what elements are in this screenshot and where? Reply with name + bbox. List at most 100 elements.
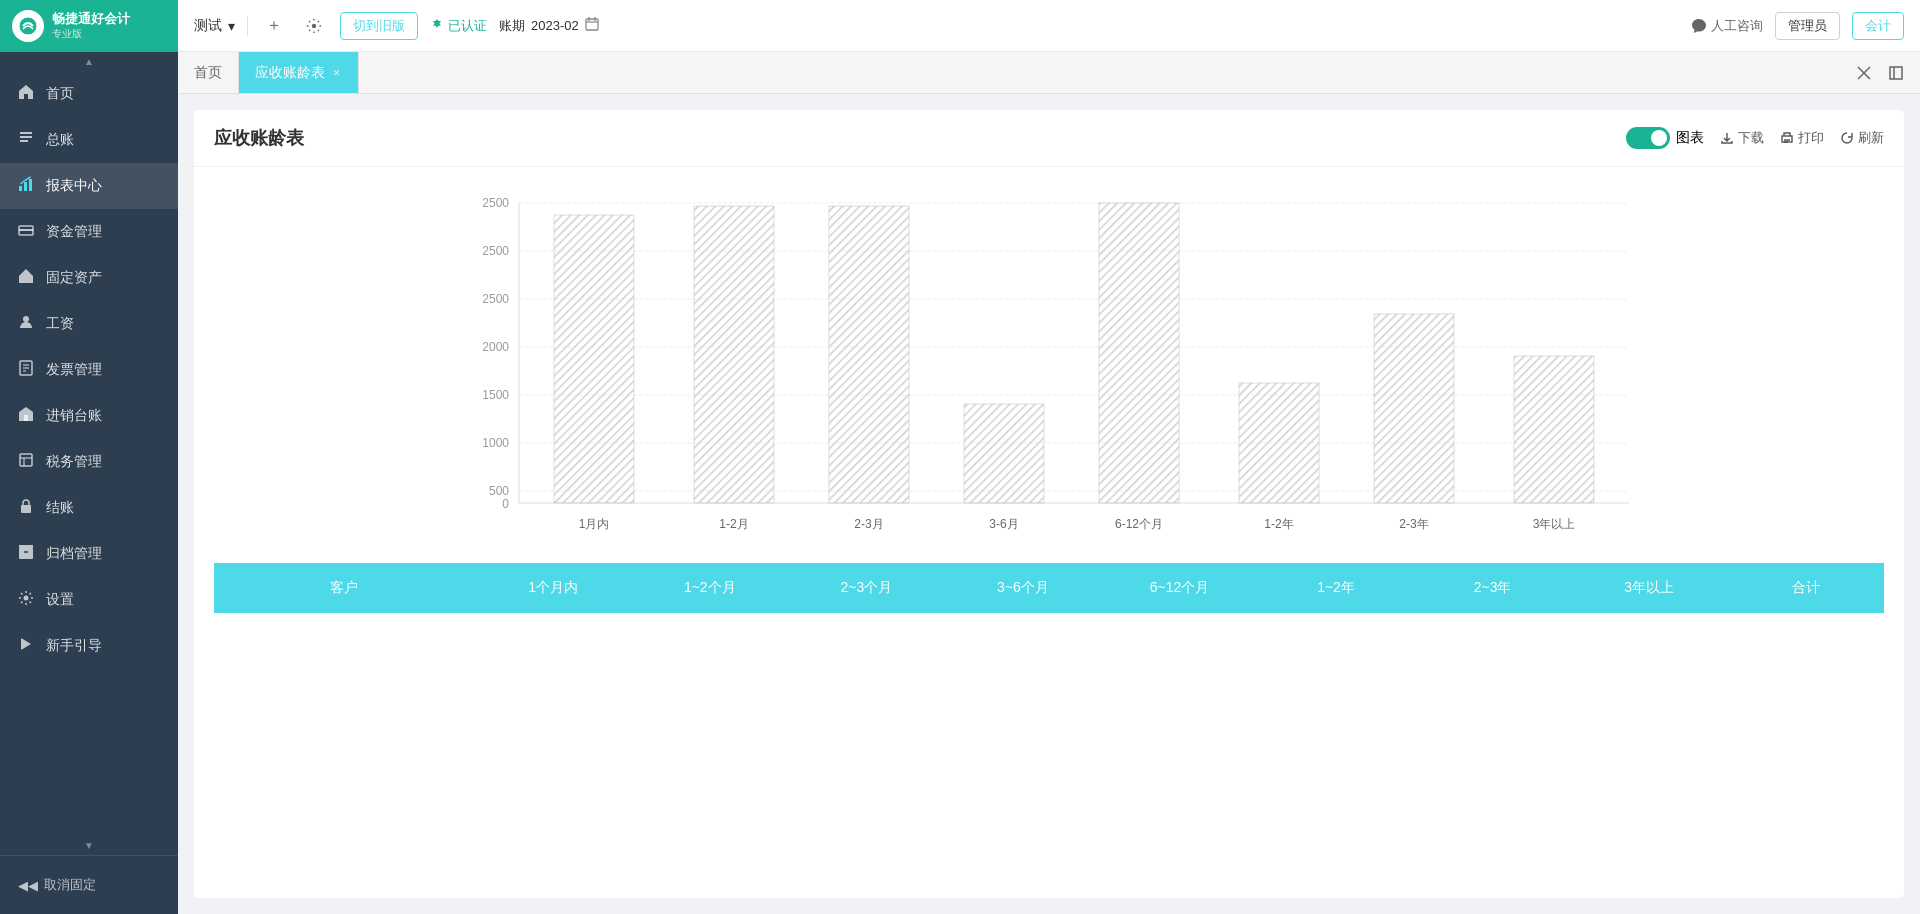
sidebar-item-ledger[interactable]: 总账	[0, 117, 178, 163]
sidebar-label-closing: 结账	[46, 499, 74, 517]
settings-icon	[18, 590, 36, 610]
capital-icon	[18, 222, 36, 242]
company-selector[interactable]: 测试 ▾	[194, 17, 235, 35]
svg-text:500: 500	[489, 484, 509, 498]
consult-label: 人工咨询	[1711, 17, 1763, 35]
bar-3年以上	[1514, 356, 1594, 503]
period-value: 2023-02	[531, 18, 579, 33]
svg-text:1-2月: 1-2月	[719, 517, 748, 531]
svg-rect-35	[1890, 67, 1902, 79]
chart-area: 2500 2500 2500 2000 1500 1000 500 0	[194, 167, 1904, 898]
table-col-1m: 1个月内	[475, 563, 632, 613]
user-label: 管理员	[1788, 18, 1827, 33]
payroll-icon	[18, 314, 36, 334]
svg-text:1月内: 1月内	[579, 517, 610, 531]
content-area: 应收账龄表 图表 下载 打印	[178, 94, 1920, 914]
svg-point-26	[24, 596, 29, 601]
bar-chart: 2500 2500 2500 2000 1500 1000 500 0	[214, 183, 1884, 563]
bar-2-3月	[829, 206, 909, 503]
switch-old-version-button[interactable]: 切到旧版	[340, 12, 418, 40]
sidebar-item-home[interactable]: 首页	[0, 71, 178, 117]
period-info: 账期 2023-02	[499, 17, 599, 35]
reports-icon	[18, 176, 36, 196]
tab-aging[interactable]: 应收账龄表 ×	[239, 52, 359, 93]
svg-text:2-3月: 2-3月	[854, 517, 883, 531]
consult-button[interactable]: 人工咨询	[1691, 17, 1763, 35]
tax-icon	[18, 452, 36, 472]
bar-2-3年	[1374, 314, 1454, 503]
sidebar-item-guide[interactable]: 新手引导	[0, 623, 178, 669]
table-col-3-6m: 3~6个月	[945, 563, 1102, 613]
svg-marker-17	[19, 407, 33, 412]
sidebar-item-capital[interactable]: 资金管理	[0, 209, 178, 255]
app-name: 畅捷通好会计	[52, 11, 130, 28]
sidebar-item-tax[interactable]: 税务管理	[0, 439, 178, 485]
chart-container: 2500 2500 2500 2000 1500 1000 500 0	[214, 183, 1884, 563]
page-card: 应收账龄表 图表 下载 打印	[194, 110, 1904, 898]
sidebar-item-inventory[interactable]: 进销台账	[0, 393, 178, 439]
ledger-icon	[18, 130, 36, 150]
verified-label: 已认证	[448, 17, 487, 35]
svg-text:0: 0	[502, 497, 509, 511]
calendar-icon[interactable]	[585, 17, 599, 34]
svg-rect-2	[20, 136, 32, 138]
sidebar-label-settings: 设置	[46, 591, 74, 609]
role-button[interactable]: 会计	[1852, 12, 1904, 40]
logo-icon	[12, 10, 44, 42]
company-name: 测试	[194, 17, 222, 35]
tab-close-icon[interactable]: ×	[331, 66, 342, 80]
tab-home[interactable]: 首页	[178, 52, 239, 93]
sidebar-label-inventory: 进销台账	[46, 407, 102, 425]
sidebar-item-archive[interactable]: 归档管理	[0, 531, 178, 577]
svg-rect-9	[19, 276, 33, 283]
svg-text:3年以上: 3年以上	[1533, 517, 1576, 531]
assets-icon	[18, 268, 36, 288]
svg-rect-8	[19, 229, 33, 231]
svg-text:1500: 1500	[482, 388, 509, 402]
chart-toggle-group: 图表	[1626, 127, 1704, 149]
chart-toggle-label: 图表	[1676, 129, 1704, 147]
expand-button[interactable]	[1884, 61, 1908, 85]
table-col-2-3y: 2~3年	[1414, 563, 1571, 613]
bar-3-6月	[964, 404, 1044, 503]
svg-text:3-6月: 3-6月	[989, 517, 1018, 531]
bar-6-12个月	[1099, 203, 1179, 503]
svg-marker-10	[19, 269, 33, 276]
table-col-customer: 客户	[214, 563, 475, 613]
user-button[interactable]: 管理员	[1775, 12, 1840, 40]
download-button[interactable]: 下载	[1720, 129, 1764, 147]
sidebar-label-archive: 归档管理	[46, 545, 102, 563]
home-icon	[18, 84, 36, 104]
sidebar-item-settings[interactable]: 设置	[0, 577, 178, 623]
sidebar-item-closing[interactable]: 结账	[0, 485, 178, 531]
topbar-right: 人工咨询 管理员 会计	[1691, 12, 1904, 40]
print-button[interactable]: 打印	[1780, 129, 1824, 147]
table-col-1-2y: 1~2年	[1258, 563, 1415, 613]
tab-aging-label: 应收账龄表	[255, 64, 325, 82]
sidebar-item-reports[interactable]: 报表中心	[0, 163, 178, 209]
close-panel-button[interactable]	[1852, 61, 1876, 85]
page-actions: 图表 下载 打印 刷新	[1626, 127, 1884, 149]
svg-text:2500: 2500	[482, 244, 509, 258]
svg-rect-4	[19, 186, 22, 191]
table-col-2-3m: 2~3个月	[788, 563, 945, 613]
switch-label: 切到旧版	[353, 18, 405, 33]
period-label: 账期	[499, 17, 525, 35]
closing-icon	[18, 498, 36, 518]
chart-toggle[interactable]	[1626, 127, 1670, 149]
refresh-button[interactable]: 刷新	[1840, 129, 1884, 147]
sidebar-item-payroll[interactable]: 工资	[0, 301, 178, 347]
main-area: 测试 ▾ ＋ 切到旧版 已认证 账期 2023-02 人工咨询	[178, 0, 1920, 914]
svg-rect-19	[20, 454, 32, 466]
role-label: 会计	[1865, 18, 1891, 33]
cancel-fixed-btn[interactable]: ◀◀ 取消固定	[0, 866, 178, 904]
svg-text:1-2年: 1-2年	[1264, 517, 1293, 531]
archive-icon	[18, 544, 36, 564]
svg-text:2500: 2500	[482, 196, 509, 210]
inventory-icon	[18, 406, 36, 426]
sidebar-label-ledger: 总账	[46, 131, 74, 149]
sidebar-item-invoice[interactable]: 发票管理	[0, 347, 178, 393]
settings-gear-button[interactable]	[300, 12, 328, 40]
sidebar-item-assets[interactable]: 固定资产	[0, 255, 178, 301]
add-button[interactable]: ＋	[260, 12, 288, 40]
